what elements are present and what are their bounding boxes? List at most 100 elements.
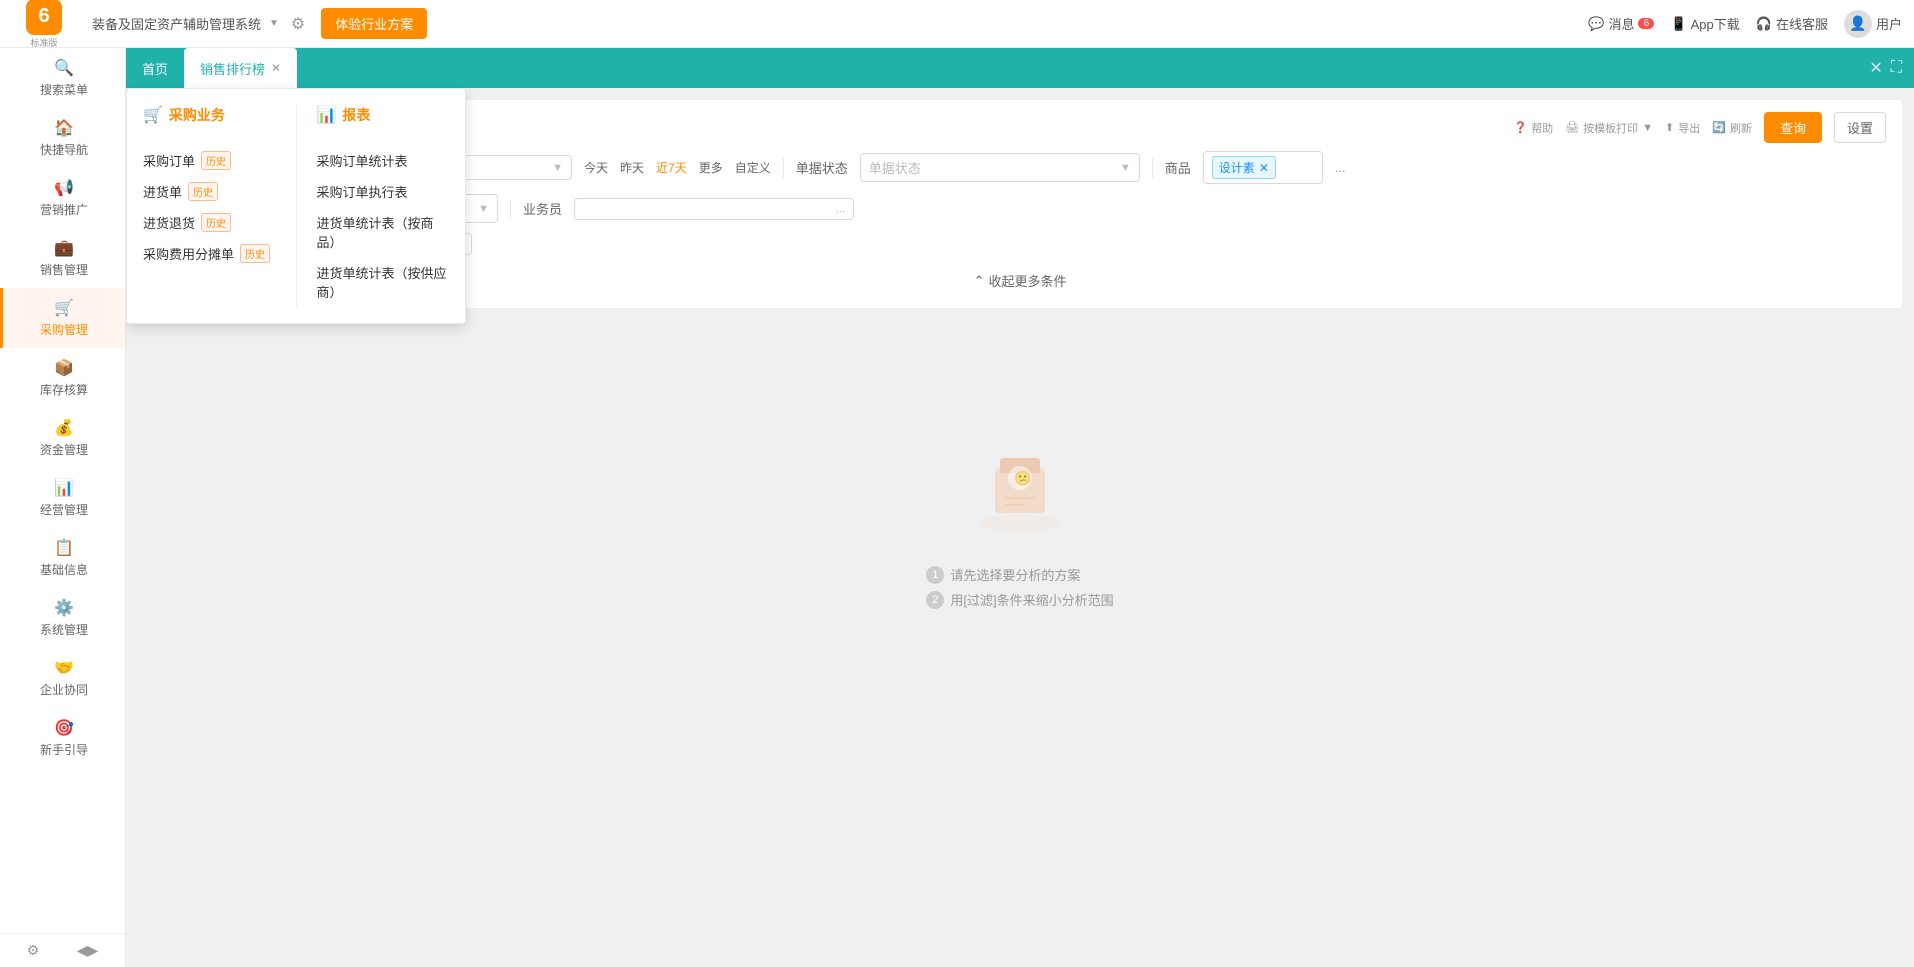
report-icon: 📊: [317, 105, 337, 125]
user-btn[interactable]: 👤 用户: [1844, 10, 1902, 38]
goods-tag: 设计素 ✕: [1212, 156, 1276, 179]
sidebar-item-inventory[interactable]: 📦 库存核算: [0, 348, 125, 408]
service-label: 在线客服: [1776, 14, 1828, 33]
marketing-icon: 📢: [54, 178, 74, 198]
sidebar-item-finance[interactable]: 💰 资金管理: [0, 408, 125, 468]
week7-btn[interactable]: 近7天: [656, 159, 687, 176]
status-label: 单据状态: [796, 158, 848, 177]
message-label: 消息: [1608, 14, 1634, 33]
sidebar-label-operation: 经营管理: [40, 501, 88, 518]
sidebar-item-cooperation[interactable]: 🤝 企业协同: [0, 648, 125, 708]
print-btn[interactable]: 🖨 按模板打印 ▼: [1565, 120, 1653, 136]
sidebar-label-marketing: 营销推广: [40, 201, 88, 218]
staff-dots: ...: [836, 203, 845, 215]
help-btn[interactable]: ❓ 帮助: [1513, 120, 1553, 136]
collapse-label: 收起更多条件: [988, 271, 1066, 290]
history-badge-2: 历史: [201, 213, 231, 232]
basic-icon: 📋: [54, 538, 74, 558]
system-title: 装备及固定资产辅助管理系统: [92, 14, 261, 33]
sidebar-collapse-icon[interactable]: ◀▶: [77, 942, 99, 959]
search-icon: 🔍: [54, 58, 74, 78]
tab-close-sales-rank[interactable]: ✕: [271, 61, 281, 75]
rank-dropdown-icon: ▼: [478, 203, 489, 215]
system-dropdown-arrow[interactable]: ▼: [269, 18, 279, 29]
sidebar-item-guide[interactable]: 🎯 新手引导: [0, 708, 125, 768]
export-icon: ⬆: [1665, 121, 1674, 134]
refresh-btn[interactable]: 🔄 刷新: [1712, 120, 1752, 136]
filter-divider-1: [783, 158, 784, 178]
menu-item-receipt-stats-supplier[interactable]: 进货单统计表（按供应商）: [317, 257, 450, 307]
tip-text-2: 用[过滤]条件来缩小分析范围: [950, 590, 1113, 609]
setting-btn[interactable]: 设置: [1834, 112, 1886, 143]
settings-icon[interactable]: ⚙: [291, 14, 305, 34]
print-arrow: ▼: [1642, 122, 1653, 134]
message-btn[interactable]: 💬 消息 6: [1588, 14, 1654, 33]
sidebar-item-purchase[interactable]: 🛒 采购管理: [0, 288, 125, 348]
system-icon: ⚙️: [54, 598, 74, 618]
menu-item-order-exec[interactable]: 采购订单执行表: [317, 176, 450, 207]
guide-icon: 🎯: [54, 718, 74, 738]
tip-num-2: 2: [926, 591, 944, 609]
custom-date-btn[interactable]: 自定义: [735, 159, 771, 176]
query-btn[interactable]: 查询: [1764, 112, 1822, 143]
menu-col-purchase-business: 🛒 采购业务 采购订单 历史 进货单 历史 进货退货 历史: [143, 105, 276, 307]
yesterday-btn[interactable]: 昨天: [620, 159, 644, 176]
tab-sales-rank[interactable]: 销售排行榜 ✕: [184, 48, 297, 88]
today-btn[interactable]: 今天: [584, 159, 608, 176]
collapse-btn[interactable]: ⌃ 收起更多条件: [968, 265, 1073, 296]
app-download-btn[interactable]: 📱 App下载: [1670, 14, 1739, 33]
menu-col-divider: [296, 105, 297, 307]
sidebar-item-operation[interactable]: 📊 经营管理: [0, 468, 125, 528]
menu-item-purchase-order[interactable]: 采购订单 历史: [143, 145, 276, 176]
menu-item-order-stats[interactable]: 采购订单统计表: [317, 145, 450, 176]
svg-text:😕: 😕: [1014, 470, 1031, 486]
service-btn[interactable]: 🎧 在线客服: [1756, 14, 1828, 33]
menu-item-purchase-return[interactable]: 进货退货 历史: [143, 207, 276, 238]
cooperation-icon: 🤝: [54, 658, 74, 678]
staff-filter[interactable]: ...: [574, 198, 854, 220]
staff-label: 业务员: [523, 199, 562, 218]
sidebar-item-marketing[interactable]: 📢 营销推广: [0, 168, 125, 228]
sidebar-label-home: 快捷导航: [40, 141, 88, 158]
date-dropdown-icon: ▼: [552, 162, 563, 174]
sidebar-item-search[interactable]: 🔍 搜索菜单: [0, 48, 125, 108]
more-date-btn[interactable]: 更多: [699, 159, 723, 176]
tab-expand-icon[interactable]: ⛶: [1891, 59, 1902, 77]
export-btn[interactable]: ⬆ 导出: [1665, 120, 1700, 136]
empty-illustration: 😕: [960, 423, 1080, 543]
logo-area: 6 标准版: [12, 0, 76, 49]
sidebar-item-basic[interactable]: 📋 基础信息: [0, 528, 125, 588]
sidebar: 🔍 搜索菜单 🏠 快捷导航 📢 营销推广 💼 销售管理 🛒 采购管理 📦: [0, 48, 126, 967]
print-label: 按模板打印: [1583, 120, 1638, 136]
purchase-business-icon: 🛒: [143, 105, 163, 125]
sidebar-item-system[interactable]: ⚙️ 系统管理: [0, 588, 125, 648]
status-filter[interactable]: 单据状态 ▼: [860, 153, 1140, 182]
tab-close-all-icon[interactable]: ✕: [1869, 58, 1882, 78]
sidebar-item-sales[interactable]: 💼 销售管理: [0, 228, 125, 288]
refresh-label: 刷新: [1730, 120, 1752, 136]
refresh-icon: 🔄: [1712, 121, 1726, 134]
menu-col-report: 📊 报表 采购订单统计表 采购订单执行表 进货单统计表（按商品） 进货单统计表（…: [317, 105, 450, 307]
menu-item-receipt-stats-goods[interactable]: 进货单统计表（按商品）: [317, 207, 450, 257]
sidebar-label-system: 系统管理: [40, 621, 88, 638]
purchase-icon: 🛒: [54, 298, 74, 318]
sidebar-item-home[interactable]: 🏠 快捷导航: [0, 108, 125, 168]
goods-dots[interactable]: ...: [1335, 160, 1346, 175]
empty-tip-2: 2 用[过滤]条件来缩小分析范围: [926, 590, 1113, 609]
export-label: 导出: [1678, 120, 1700, 136]
industry-btn[interactable]: 体验行业方案: [321, 8, 427, 39]
menu-item-purchase-receipt[interactable]: 进货单 历史: [143, 176, 276, 207]
tab-home[interactable]: 首页: [126, 48, 184, 88]
sidebar-label-basic: 基础信息: [40, 561, 88, 578]
goods-tag-close[interactable]: ✕: [1259, 161, 1269, 175]
print-icon: 🖨: [1565, 121, 1579, 134]
menu-item-purchase-expense[interactable]: 采购费用分摊单 历史: [143, 238, 276, 269]
app-label: App下载: [1691, 14, 1740, 33]
filter-divider-2: [1152, 158, 1153, 178]
tab-bar: 首页 销售排行榜 ✕ ✕ ⛶: [126, 48, 1914, 88]
help-icon: ❓: [1513, 121, 1527, 134]
tip-text-1: 请先选择要分析的方案: [950, 565, 1080, 584]
goods-filter[interactable]: 设计素 ✕: [1203, 151, 1323, 184]
sidebar-settings-icon[interactable]: ⚙: [27, 942, 40, 959]
headset-icon: 🎧: [1756, 16, 1772, 32]
